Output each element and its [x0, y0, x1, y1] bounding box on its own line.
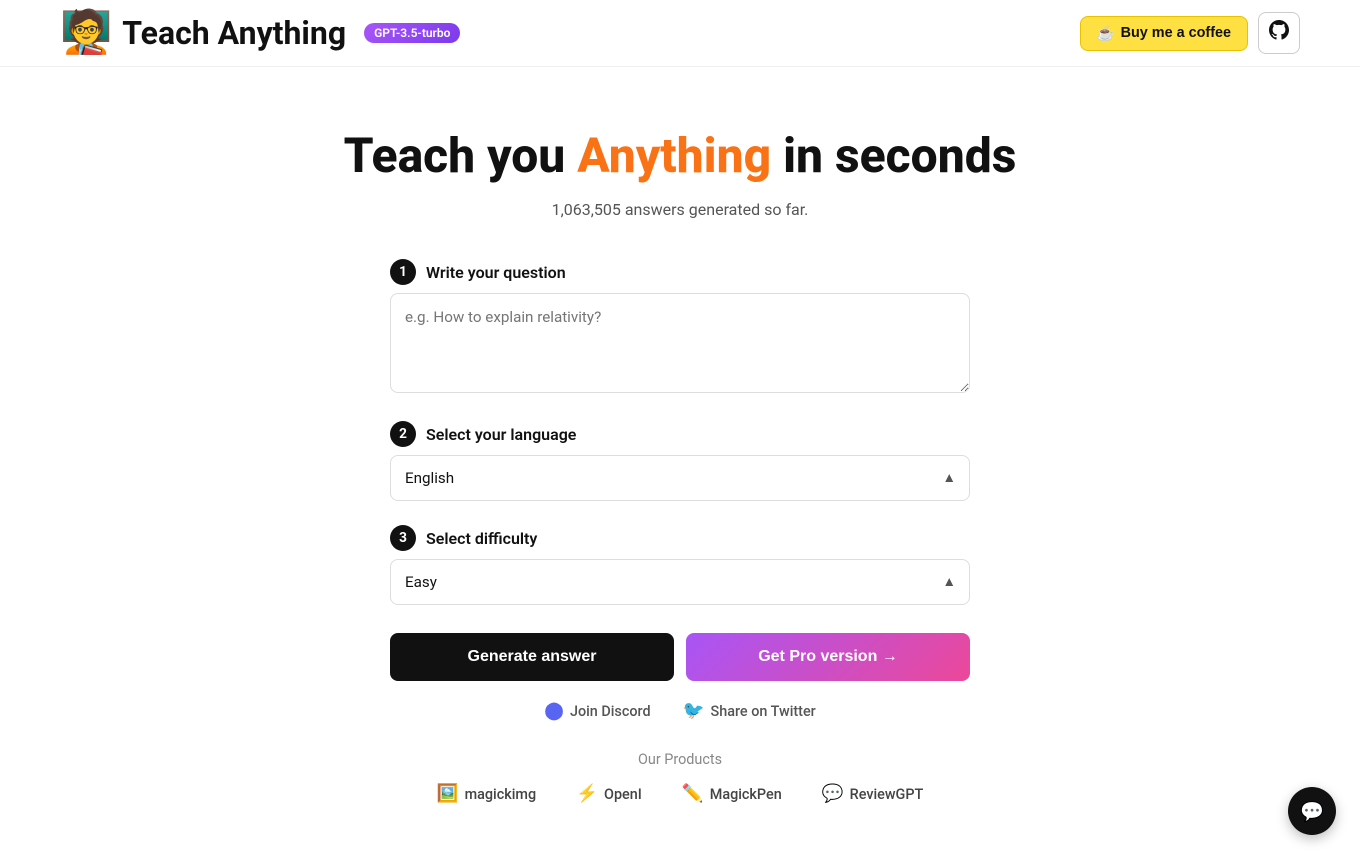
answers-subtitle: 1,063,505 answers generated so far.	[552, 200, 809, 219]
site-header: 🧑‍🏫 Teach Anything GPT-3.5-turbo ☕ Buy m…	[0, 0, 1360, 67]
discord-label: Join Discord	[570, 703, 651, 720]
hero-title-part2: in seconds	[771, 127, 1016, 184]
reviewgpt-label: ReviewGPT	[850, 786, 924, 803]
step1-text: Write your question	[426, 263, 566, 282]
difficulty-select-wrapper: Easy Medium Hard ▲	[390, 559, 970, 605]
reviewgpt-icon: 💬	[822, 784, 844, 804]
question-textarea[interactable]	[390, 293, 970, 393]
header-right: ☕ Buy me a coffee	[1080, 12, 1300, 54]
product-magickpen[interactable]: ✏️ MagickPen	[682, 784, 782, 804]
chat-bubble-icon: 💬	[1300, 800, 1324, 823]
buy-coffee-button[interactable]: ☕ Buy me a coffee	[1080, 16, 1248, 51]
magickpen-label: MagickPen	[710, 786, 782, 803]
hero-title-part1: Teach you	[344, 127, 578, 184]
step1-label: 1 Write your question	[390, 259, 970, 285]
action-buttons: Generate answer Get Pro version →	[390, 633, 970, 681]
github-button[interactable]	[1258, 12, 1300, 54]
product-reviewgpt[interactable]: 💬 ReviewGPT	[822, 784, 924, 804]
step1-section: 1 Write your question	[390, 259, 970, 397]
products-row: 🖼️ magickimg ⚡ OpenI ✏️ MagickPen 💬 Revi…	[437, 784, 924, 804]
step3-text: Select difficulty	[426, 529, 537, 548]
logo-emoji: 🧑‍🏫	[60, 12, 112, 54]
hero-title: Teach you Anything in seconds	[344, 127, 1017, 184]
products-title: Our Products	[437, 751, 924, 768]
site-title: Teach Anything	[122, 14, 346, 52]
language-select-wrapper: English Spanish French German Japanese C…	[390, 455, 970, 501]
discord-link[interactable]: ⬤ Join Discord	[544, 701, 650, 721]
generate-answer-button[interactable]: Generate answer	[390, 633, 674, 681]
chat-bubble-button[interactable]: 💬	[1288, 787, 1336, 835]
discord-icon: ⬤	[544, 701, 564, 721]
social-links: ⬤ Join Discord 🐦 Share on Twitter	[544, 701, 816, 721]
gpt-badge: GPT-3.5-turbo	[364, 23, 460, 43]
magickpen-icon: ✏️	[682, 784, 704, 804]
magickimg-label: magickimg	[465, 786, 537, 803]
twitter-link[interactable]: 🐦 Share on Twitter	[683, 701, 816, 721]
product-magickimg[interactable]: 🖼️ magickimg	[437, 784, 536, 804]
step2-text: Select your language	[426, 425, 576, 444]
buy-coffee-label: Buy me a coffee	[1121, 25, 1231, 41]
hero-title-highlight: Anything	[577, 127, 771, 184]
difficulty-select[interactable]: Easy Medium Hard	[390, 559, 970, 605]
magickimg-icon: 🖼️	[437, 784, 459, 804]
get-pro-button[interactable]: Get Pro version →	[686, 633, 970, 681]
openl-label: OpenI	[604, 786, 642, 803]
openl-icon: ⚡	[576, 784, 598, 804]
step2-section: 2 Select your language English Spanish F…	[390, 421, 970, 501]
step3-label: 3 Select difficulty	[390, 525, 970, 551]
twitter-icon: 🐦	[683, 701, 705, 721]
language-select[interactable]: English Spanish French German Japanese C…	[390, 455, 970, 501]
step3-section: 3 Select difficulty Easy Medium Hard ▲	[390, 525, 970, 605]
header-left: 🧑‍🏫 Teach Anything GPT-3.5-turbo	[60, 12, 460, 54]
main-content: Teach you Anything in seconds 1,063,505 …	[0, 67, 1360, 844]
step2-label: 2 Select your language	[390, 421, 970, 447]
products-section: Our Products 🖼️ magickimg ⚡ OpenI ✏️ Mag…	[437, 751, 924, 804]
twitter-label: Share on Twitter	[711, 703, 816, 720]
coffee-icon: ☕	[1097, 25, 1115, 42]
question-form: 1 Write your question 2 Select your lang…	[390, 259, 970, 681]
step3-number: 3	[390, 525, 416, 551]
github-icon	[1269, 20, 1289, 46]
step1-number: 1	[390, 259, 416, 285]
step2-number: 2	[390, 421, 416, 447]
product-openl[interactable]: ⚡ OpenI	[576, 784, 642, 804]
